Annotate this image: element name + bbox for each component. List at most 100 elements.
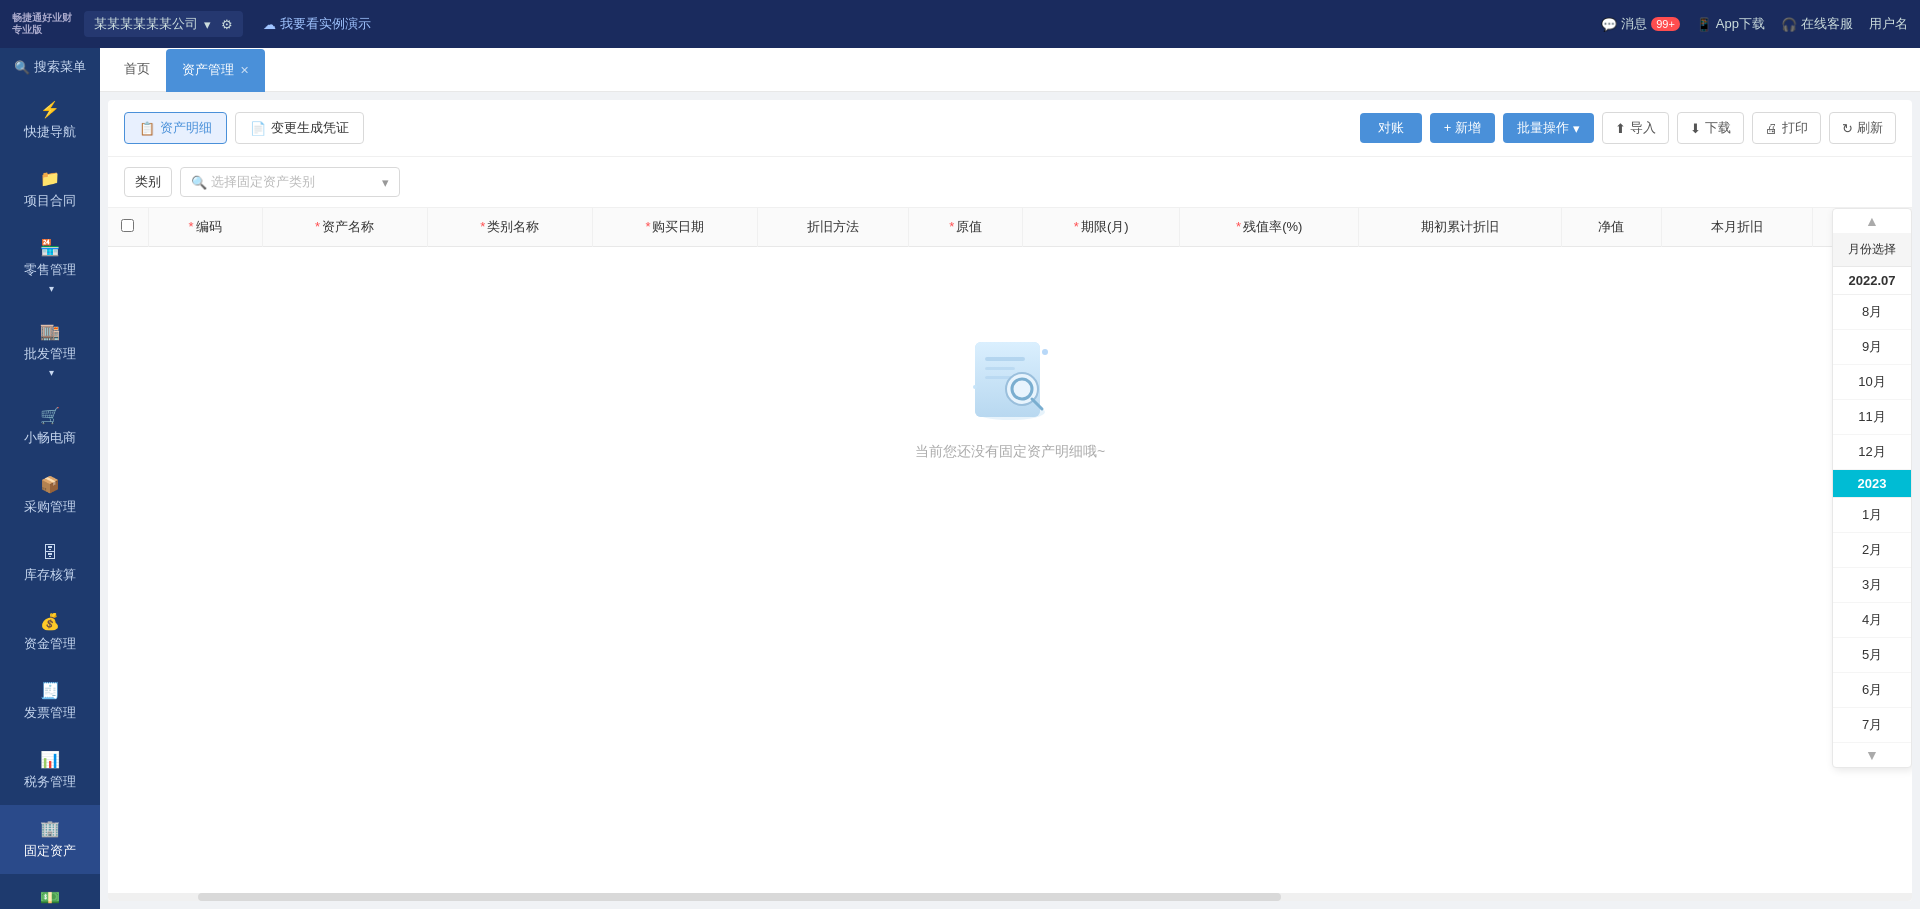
category-input[interactable]: 🔍 选择固定资产类别 ▾	[180, 167, 400, 197]
app-logo: 畅捷通好业财 专业版	[12, 12, 72, 36]
month-12[interactable]: 12月	[1833, 435, 1911, 470]
col-monthly-depreciation: 本月折旧	[1661, 208, 1812, 247]
add-btn[interactable]: + 新增	[1430, 113, 1495, 143]
year-2023: 2023	[1833, 470, 1911, 498]
sidebar-item-project[interactable]: 📁 项目合同	[0, 155, 100, 224]
tab-change-voucher[interactable]: 📄 变更生成凭证	[235, 112, 364, 144]
sidebar-item-finance[interactable]: 💰 资金管理	[0, 598, 100, 667]
purchase-icon: 📦	[40, 475, 60, 494]
month-3[interactable]: 3月	[1833, 568, 1911, 603]
assets-icon: 🏢	[40, 819, 60, 838]
empty-text: 当前您还没有固定资产明细哦~	[915, 443, 1105, 461]
messages-btn[interactable]: 💬 消息 99+	[1601, 15, 1680, 33]
chevron-down-icon: ▾	[49, 283, 54, 294]
print-icon: 🖨	[1765, 121, 1778, 136]
page-content: 📋 资产明细 📄 变更生成凭证 对账 + 新增 批量操作	[108, 100, 1912, 901]
month-9[interactable]: 9月	[1833, 330, 1911, 365]
month-up-btn[interactable]: ▲	[1833, 209, 1911, 233]
reconcile-btn[interactable]: 对账	[1360, 113, 1422, 143]
search-icon: 🔍	[14, 60, 30, 75]
select-all-checkbox[interactable]	[121, 219, 134, 232]
mobile-icon: 📱	[1696, 17, 1712, 32]
col-original-value: *原值	[909, 208, 1023, 247]
refresh-btn[interactable]: ↻ 刷新	[1829, 112, 1896, 144]
salary-icon: 💵	[40, 888, 60, 907]
sidebar-item-inventory[interactable]: 🗄 库存核算	[0, 530, 100, 598]
chevron-down-icon: ▾	[49, 367, 54, 378]
tab-asset-management[interactable]: 资产管理 ✕	[166, 49, 265, 92]
empty-illustration	[950, 327, 1070, 427]
month-4[interactable]: 4月	[1833, 603, 1911, 638]
sidebar-item-ecommerce[interactable]: 🛒 小畅电商	[0, 392, 100, 461]
user-menu[interactable]: 用户名	[1869, 15, 1908, 33]
table-container: *编码 *资产名称 *类别名称 *购买日期 折旧方法 *原值 *期限(月) *残…	[108, 208, 1912, 893]
month-5[interactable]: 5月	[1833, 638, 1911, 673]
retail-icon: 🏪	[40, 238, 60, 257]
svg-rect-4	[985, 367, 1015, 370]
chevron-down-icon: ▾	[382, 175, 389, 190]
sidebar-item-fixed-assets[interactable]: 🏢 固定资产	[0, 805, 100, 874]
svg-point-9	[1042, 349, 1048, 355]
app-download-btn[interactable]: 📱 App下载	[1696, 15, 1765, 33]
tab-asset-detail[interactable]: 📋 资产明细	[124, 112, 227, 144]
main-layout: 🔍 搜索菜单 ⚡ 快捷导航 📁 项目合同 🏪 零售管理 ▾ 🏬 批发管理 ▾ 🛒…	[0, 48, 1920, 909]
col-residual-rate: *残值率(%)	[1180, 208, 1359, 247]
page-toolbar: 📋 资产明细 📄 变更生成凭证 对账 + 新增 批量操作	[108, 100, 1912, 157]
project-icon: 📁	[40, 169, 60, 188]
col-net-value: 净值	[1561, 208, 1661, 247]
download-btn[interactable]: ⬇ 下载	[1677, 112, 1744, 144]
month-6[interactable]: 6月	[1833, 673, 1911, 708]
month-1[interactable]: 1月	[1833, 498, 1911, 533]
month-11[interactable]: 11月	[1833, 400, 1911, 435]
import-btn[interactable]: ⬆ 导入	[1602, 112, 1669, 144]
demo-link[interactable]: ☁ 我要看实例演示	[263, 15, 371, 33]
close-tab-icon[interactable]: ✕	[240, 64, 249, 77]
nav-icon: ⚡	[40, 100, 60, 119]
sidebar-item-retail[interactable]: 🏪 零售管理 ▾	[0, 224, 100, 308]
svg-point-10	[973, 385, 977, 389]
sidebar-item-search[interactable]: 🔍 搜索菜单	[0, 48, 100, 86]
tab-home[interactable]: 首页	[108, 48, 166, 91]
tax-icon: 📊	[40, 750, 60, 769]
sidebar-item-batch[interactable]: 🏬 批发管理 ▾	[0, 308, 100, 392]
toolbar-right: 对账 + 新增 批量操作 ▾ ⬆ 导入 ⬇ 下载	[1360, 112, 1896, 144]
message-icon: 💬	[1601, 17, 1617, 32]
cloud-icon: ☁	[263, 17, 276, 32]
month-8[interactable]: 8月	[1833, 295, 1911, 330]
top-bar: 畅捷通好业财 专业版 某某某某某某公司 ▾ ⚙ ☁ 我要看实例演示 💬 消息 9…	[0, 0, 1920, 48]
finance-icon: 💰	[40, 612, 60, 631]
month-10[interactable]: 10月	[1833, 365, 1911, 400]
sidebar-item-invoice[interactable]: 🧾 发票管理	[0, 667, 100, 736]
month-2[interactable]: 2月	[1833, 533, 1911, 568]
col-category: *类别名称	[427, 208, 592, 247]
sidebar-item-tax[interactable]: 📊 税务管理	[0, 736, 100, 805]
settings-icon[interactable]: ⚙	[221, 17, 233, 32]
scrollbar-thumb[interactable]	[198, 893, 1280, 901]
asset-table: *编码 *资产名称 *类别名称 *购买日期 折旧方法 *原值 *期限(月) *残…	[108, 208, 1912, 247]
sidebar: 🔍 搜索菜单 ⚡ 快捷导航 📁 项目合同 🏪 零售管理 ▾ 🏬 批发管理 ▾ 🛒…	[0, 48, 100, 909]
category-filter[interactable]: 类别	[124, 167, 172, 197]
month-down-btn[interactable]: ▼	[1833, 743, 1911, 767]
content-area: 首页 资产管理 ✕ 📋 资产明细 📄 变更生成凭证	[100, 48, 1920, 909]
company-selector[interactable]: 某某某某某某公司 ▾ ⚙	[84, 11, 243, 37]
sidebar-item-salary[interactable]: 💵 工资	[0, 874, 100, 909]
customer-service-btn[interactable]: 🎧 在线客服	[1781, 15, 1853, 33]
ecommerce-icon: 🛒	[40, 406, 60, 425]
inventory-icon: 🗄	[42, 544, 58, 562]
chevron-down-icon: ▾	[1573, 121, 1580, 136]
month-panel: ▲ 月份选择 2022.07 8月 9月 10月 11月 12月 2023 1月…	[1832, 208, 1912, 768]
invoice-icon: 🧾	[40, 681, 60, 700]
sidebar-item-purchase[interactable]: 📦 采购管理	[0, 461, 100, 530]
empty-state: 当前您还没有固定资产明细哦~	[108, 247, 1912, 541]
horizontal-scrollbar[interactable]	[108, 893, 1912, 901]
sidebar-item-quick-nav[interactable]: ⚡ 快捷导航	[0, 86, 100, 155]
print-btn[interactable]: 🖨 打印	[1752, 112, 1821, 144]
company-name: 某某某某某某公司	[94, 15, 198, 33]
year-2022: 2022.07	[1833, 267, 1911, 295]
col-accumulated-depreciation: 期初累计折旧	[1359, 208, 1561, 247]
month-7[interactable]: 7月	[1833, 708, 1911, 743]
batch-btn[interactable]: 批量操作 ▾	[1503, 113, 1594, 143]
doc-icon: 📄	[250, 121, 266, 136]
list-icon: 📋	[139, 121, 155, 136]
col-period: *期限(月)	[1023, 208, 1180, 247]
